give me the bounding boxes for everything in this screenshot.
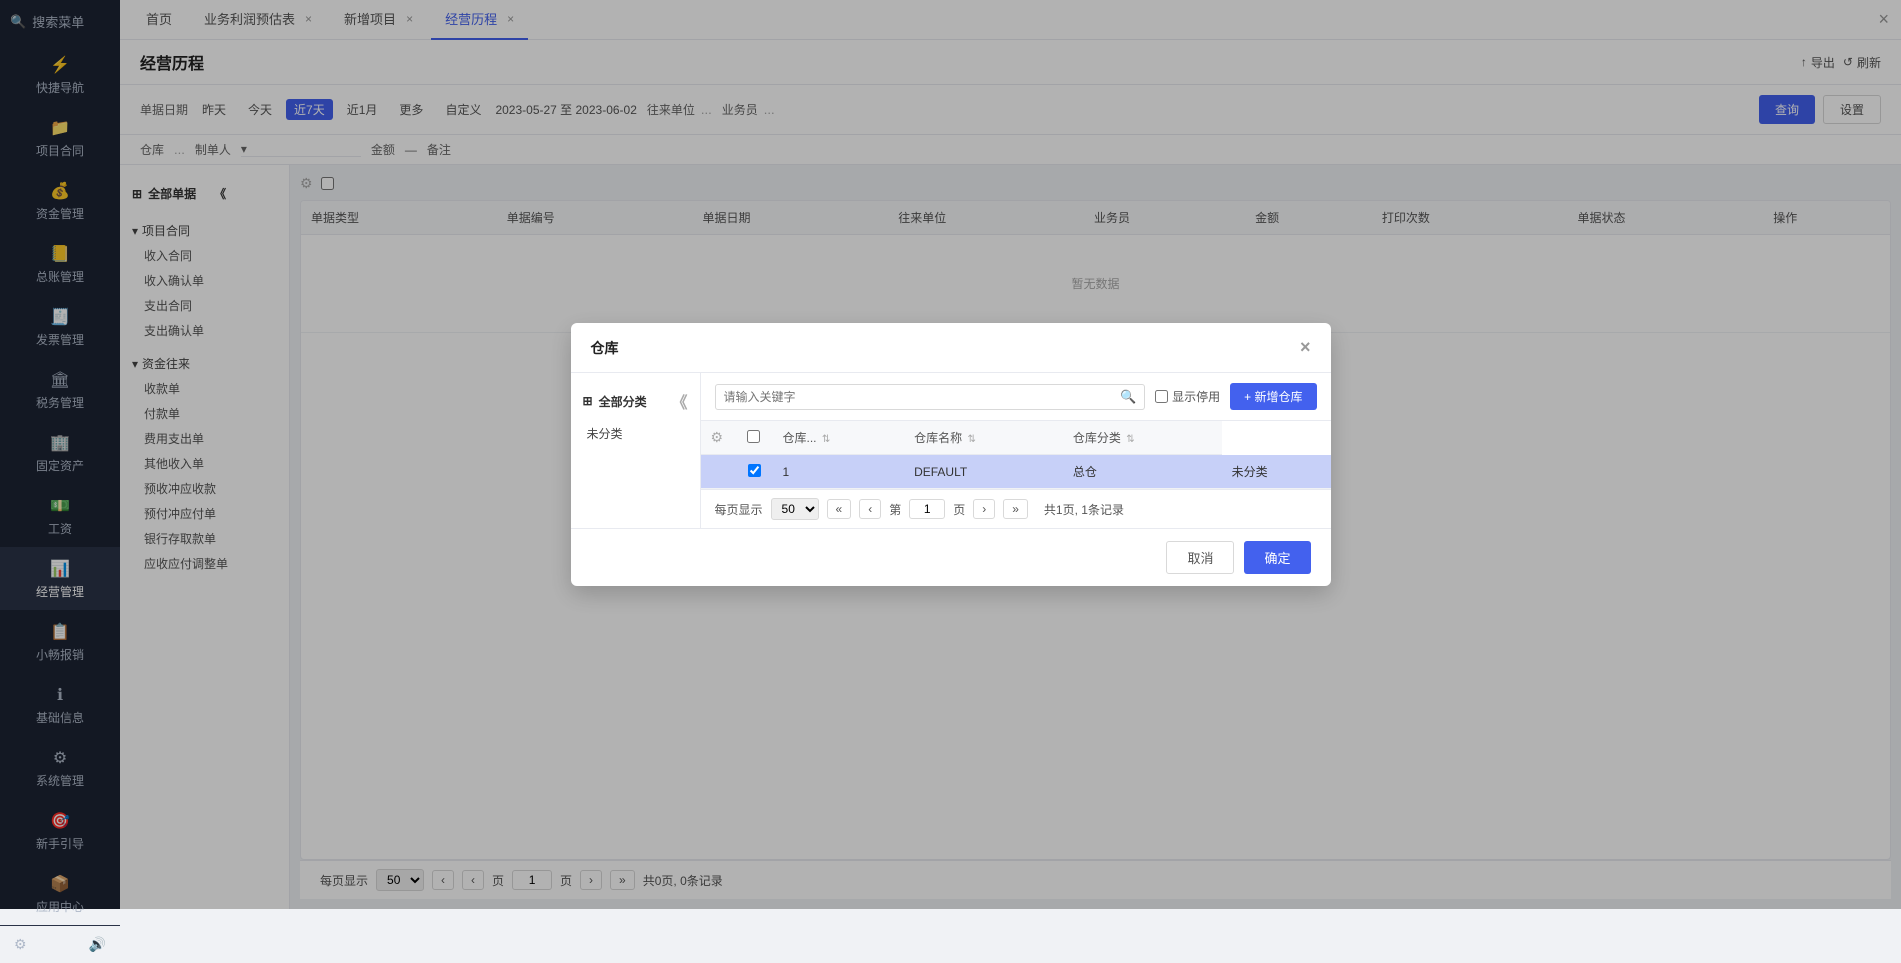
modal-total-text: 共1页, 1条记录 (1044, 501, 1124, 518)
row-category: 未分类 (1222, 455, 1331, 489)
modal-search-icon: 🔍 (1120, 389, 1136, 405)
modal-search-box: 🔍 (715, 384, 1146, 410)
row-code: DEFAULT (904, 455, 1063, 489)
modal-header: 仓库 × (571, 323, 1331, 373)
modal-per-page-select[interactable]: 50 (771, 498, 819, 520)
sort-icon-code[interactable]: ⇅ (822, 434, 830, 445)
col-gear: ⚙ (701, 421, 737, 455)
row-index: 1 (773, 455, 905, 489)
modal-table-area: ⚙ 仓库... ⇅ 仓库名称 (701, 421, 1331, 489)
gear-col-icon[interactable]: ⚙ (711, 429, 724, 445)
warehouse-modal: 仓库 × ⊞ 全部分类 《 未分类 🔍 (571, 323, 1331, 586)
show-disabled-text: 显示停用 (1172, 388, 1220, 405)
col-warehouse-category: 仓库分类 ⇅ (1063, 421, 1222, 455)
modal-title: 仓库 (591, 338, 619, 358)
modal-ye-word: 页 (953, 501, 965, 518)
modal-collapse-icon[interactable]: 《 (671, 389, 687, 413)
modal-di-word: 第 (889, 501, 901, 518)
modal-all-category-label: 全部分类 (599, 393, 647, 410)
row-checkbox-cell (737, 455, 773, 489)
sort-icon-category[interactable]: ⇅ (1126, 434, 1134, 445)
modal-cancel-btn[interactable]: 取消 (1166, 541, 1234, 574)
warehouse-table: ⚙ 仓库... ⇅ 仓库名称 (701, 421, 1331, 489)
modal-bottom-btns: 取消 确定 (571, 528, 1331, 586)
row-name: 总仓 (1063, 455, 1222, 489)
modal-overlay: 仓库 × ⊞ 全部分类 《 未分类 🔍 (0, 0, 1901, 909)
modal-footer-bar: 每页显示 50 « ‹ 页 第 页 › » 共1页, 1条记录 (701, 489, 1331, 528)
modal-right-panel: 🔍 显示停用 + 新增仓库 ⚙ (701, 373, 1331, 528)
volume-icon[interactable]: 🔊 (89, 936, 106, 953)
modal-grid-icon: ⊞ (583, 394, 593, 408)
settings-icon[interactable]: ⚙ (14, 936, 27, 953)
col-warehouse-name: 仓库名称 ⇅ (904, 421, 1063, 455)
row-checkbox[interactable] (748, 464, 761, 477)
modal-page-input[interactable] (909, 499, 945, 519)
show-disabled-checkbox[interactable] (1155, 390, 1168, 403)
modal-prev-btn[interactable]: ‹ (859, 499, 881, 519)
modal-last-btn[interactable]: » (1003, 499, 1028, 519)
show-disabled-label[interactable]: 显示停用 (1155, 388, 1220, 405)
modal-uncategorized[interactable]: 未分类 (571, 419, 700, 448)
modal-search-input[interactable] (724, 390, 1114, 404)
modal-toolbar: 🔍 显示停用 + 新增仓库 (701, 373, 1331, 421)
modal-per-page-label: 每页显示 (715, 501, 763, 518)
modal-first-btn[interactable]: « (827, 499, 852, 519)
table-select-all[interactable] (747, 430, 760, 443)
col-checkbox (737, 421, 773, 455)
row-gear-cell (701, 455, 737, 489)
sort-icon-name[interactable]: ⇅ (967, 434, 975, 445)
add-warehouse-btn[interactable]: + 新增仓库 (1230, 383, 1316, 410)
table-row[interactable]: 1 DEFAULT 总仓 未分类 (701, 455, 1331, 489)
modal-close-btn[interactable]: × (1300, 337, 1311, 358)
sidebar-bottom: ⚙ 🔊 (0, 925, 120, 963)
modal-body: ⊞ 全部分类 《 未分类 🔍 显示停用 (571, 373, 1331, 528)
col-warehouse-code: 仓库... ⇅ (773, 421, 905, 455)
modal-left-panel: ⊞ 全部分类 《 未分类 (571, 373, 701, 528)
modal-next-btn[interactable]: › (973, 499, 995, 519)
modal-confirm-btn[interactable]: 确定 (1244, 541, 1310, 574)
modal-all-category[interactable]: ⊞ 全部分类 《 (571, 383, 700, 419)
